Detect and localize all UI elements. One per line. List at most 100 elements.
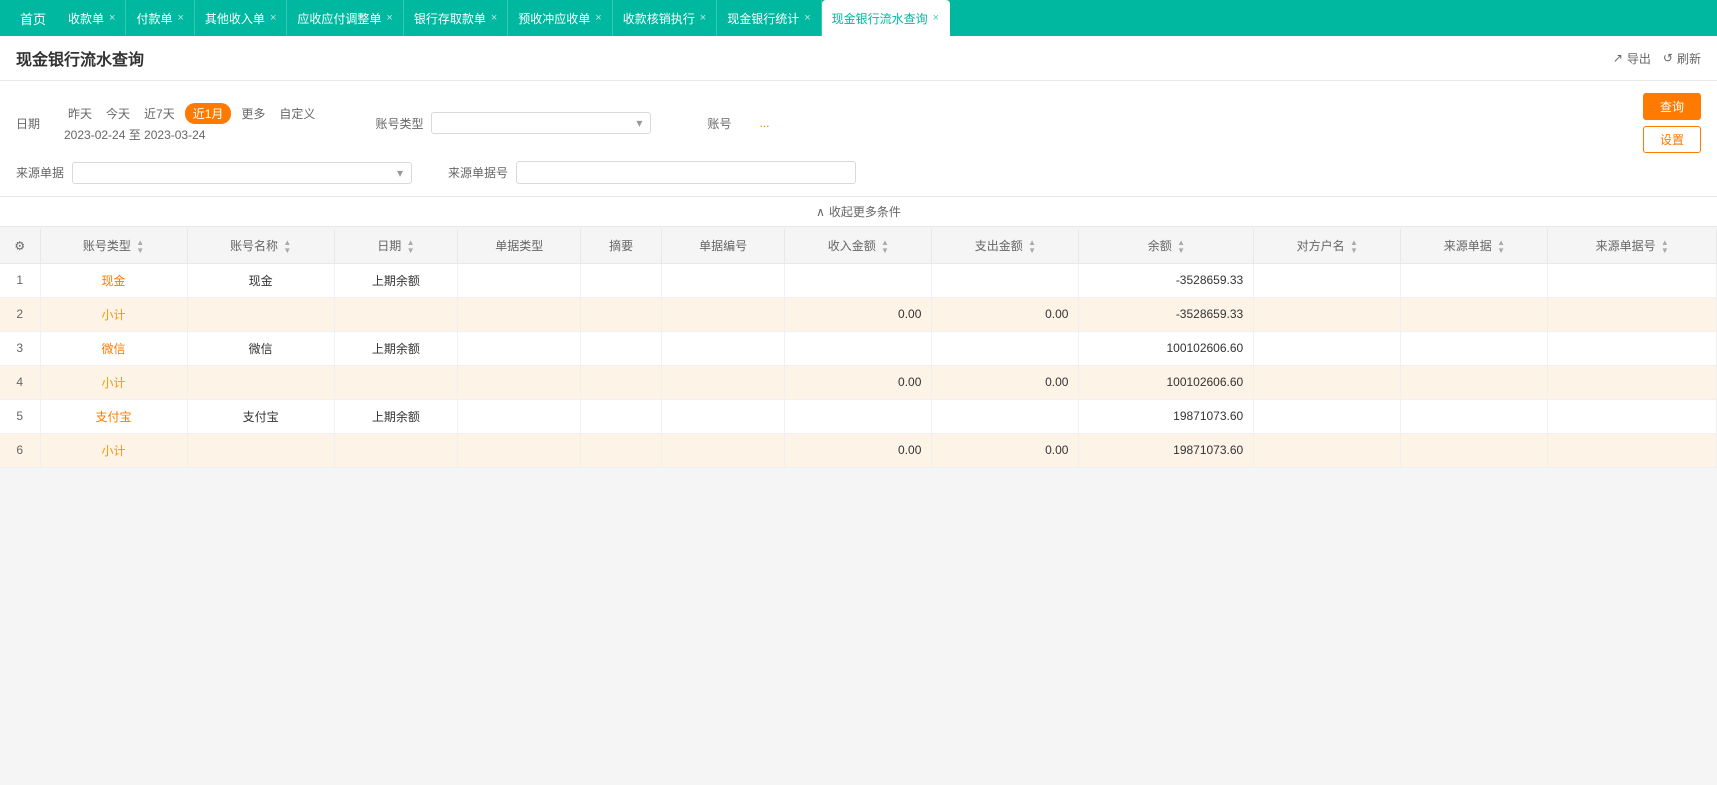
cell-source-doc	[1401, 399, 1548, 433]
account-more-btn[interactable]: ...	[759, 116, 769, 130]
sort-arrows: ▲▼	[283, 239, 291, 255]
cell-doc-type	[458, 331, 581, 365]
cell-expense	[932, 263, 1079, 297]
table-header-row: ⚙ 账号类型 ▲▼ 账号名称 ▲▼ 日期 ▲▼ 单据类型 摘	[0, 229, 1717, 263]
nav-home[interactable]: 首页	[8, 9, 58, 28]
close-icon[interactable]: ×	[804, 12, 810, 24]
nav-tab-other-income[interactable]: 其他收入单 ×	[195, 0, 287, 36]
table-row: 6小计0.000.0019871073.60	[0, 433, 1717, 467]
cell-summary	[581, 263, 661, 297]
cell-source-doc-no	[1548, 263, 1717, 297]
cell-expense	[932, 399, 1079, 433]
cell-doc-type	[458, 399, 581, 433]
cell-counterpart	[1254, 433, 1401, 467]
table-row: 3微信微信上期余额100102606.60	[0, 331, 1717, 365]
cash-flow-table: ⚙ 账号类型 ▲▼ 账号名称 ▲▼ 日期 ▲▼ 单据类型 摘	[0, 229, 1717, 468]
col-account-type[interactable]: 账号类型 ▲▼	[40, 229, 187, 263]
close-icon[interactable]: ×	[177, 12, 183, 24]
filter-area: 日期 昨天 今天 近7天 近1月 更多 自定义 2023-02-24 至 202…	[0, 81, 1717, 197]
close-icon[interactable]: ×	[491, 12, 497, 24]
cell-counterpart	[1254, 365, 1401, 399]
col-source-doc[interactable]: 来源单据 ▲▼	[1401, 229, 1548, 263]
cell-source-doc-no	[1548, 297, 1717, 331]
row-number: 2	[0, 297, 40, 331]
date-custom[interactable]: 自定义	[275, 103, 319, 124]
cell-counterpart	[1254, 399, 1401, 433]
export-button[interactable]: ↗ 导出	[1613, 50, 1651, 67]
collapse-bar[interactable]: ∧ 收起更多条件	[0, 197, 1717, 227]
date-yesterday[interactable]: 昨天	[64, 103, 96, 124]
cell-summary	[581, 331, 661, 365]
close-icon[interactable]: ×	[700, 12, 706, 24]
col-doc-no[interactable]: 单据编号	[661, 229, 784, 263]
cell-expense: 0.00	[932, 297, 1079, 331]
source-doc-num-filter: 来源单据号	[448, 161, 856, 184]
cell-account-type: 小计	[40, 365, 187, 399]
date-more[interactable]: 更多	[237, 103, 269, 124]
source-doc-select[interactable]: ▾	[72, 162, 412, 184]
col-doc-type[interactable]: 单据类型	[458, 229, 581, 263]
cell-account-name: 现金	[187, 263, 334, 297]
close-icon[interactable]: ×	[386, 12, 392, 24]
col-expense[interactable]: 支出金额 ▲▼	[932, 229, 1079, 263]
page-header: 现金银行流水查询 ↗ 导出 ↺ 刷新	[0, 36, 1717, 81]
table-row: 4小计0.000.00100102606.60	[0, 365, 1717, 399]
cell-account-name	[187, 433, 334, 467]
cell-counterpart	[1254, 263, 1401, 297]
cell-income	[785, 331, 932, 365]
nav-tab-bank-deposit[interactable]: 银行存取款单 ×	[404, 0, 508, 36]
sort-arrows: ▲▼	[1028, 239, 1036, 255]
nav-tab-prepayment[interactable]: 预收冲应收单 ×	[508, 0, 612, 36]
account-type-select[interactable]: ▾	[431, 112, 651, 134]
settings-button[interactable]: 设置	[1643, 126, 1701, 153]
close-icon[interactable]: ×	[270, 12, 276, 24]
date-7days[interactable]: 近7天	[140, 103, 179, 124]
cell-balance: 100102606.60	[1079, 365, 1254, 399]
source-doc-label: 来源单据	[16, 164, 64, 181]
date-1month[interactable]: 近1月	[185, 103, 232, 124]
col-date[interactable]: 日期 ▲▼	[334, 229, 457, 263]
col-summary[interactable]: 摘要	[581, 229, 661, 263]
date-filter: 日期 昨天 今天 近7天 近1月 更多 自定义 2023-02-24 至 202…	[16, 103, 319, 143]
refresh-button[interactable]: ↺ 刷新	[1663, 50, 1701, 67]
nav-tab-cash-stats[interactable]: 现金银行统计 ×	[717, 0, 821, 36]
cell-doc-type	[458, 263, 581, 297]
cell-source-doc	[1401, 331, 1548, 365]
nav-tab-verification[interactable]: 收款核销执行 ×	[613, 0, 717, 36]
col-source-doc-no[interactable]: 来源单据号 ▲▼	[1548, 229, 1717, 263]
page-title: 现金银行流水查询	[16, 46, 144, 70]
close-icon[interactable]: ×	[933, 12, 939, 24]
close-icon[interactable]: ×	[109, 12, 115, 24]
date-today[interactable]: 今天	[102, 103, 134, 124]
cell-account-type: 现金	[40, 263, 187, 297]
col-balance[interactable]: 余额 ▲▼	[1079, 229, 1254, 263]
query-button[interactable]: 查询	[1643, 93, 1701, 120]
cell-balance: -3528659.33	[1079, 263, 1254, 297]
gear-icon: ⚙	[14, 239, 25, 253]
sort-arrows: ▲▼	[1497, 239, 1505, 255]
cell-doc-no	[661, 399, 784, 433]
cell-income: 0.00	[785, 297, 932, 331]
row-number: 6	[0, 433, 40, 467]
nav-tab-receipt[interactable]: 收款单 ×	[58, 0, 126, 36]
col-counterpart[interactable]: 对方户名 ▲▼	[1254, 229, 1401, 263]
nav-tab-adjustment[interactable]: 应收应付调整单 ×	[287, 0, 403, 36]
table-row: 2小计0.000.00-3528659.33	[0, 297, 1717, 331]
close-icon[interactable]: ×	[595, 12, 601, 24]
source-doc-num-input[interactable]	[516, 161, 856, 184]
nav-tab-cash-flow[interactable]: 现金银行流水查询 ×	[822, 0, 950, 36]
cell-account-name: 微信	[187, 331, 334, 365]
col-settings[interactable]: ⚙	[0, 229, 40, 263]
cell-doc-type	[458, 297, 581, 331]
col-account-name[interactable]: 账号名称 ▲▼	[187, 229, 334, 263]
top-nav: 首页 收款单 × 付款单 × 其他收入单 × 应收应付调整单 × 银行存取款单 …	[0, 0, 1717, 36]
cell-date	[334, 365, 457, 399]
cell-expense: 0.00	[932, 433, 1079, 467]
col-income[interactable]: 收入金额 ▲▼	[785, 229, 932, 263]
account-label: 账号	[707, 115, 747, 132]
chevron-down-icon: ▾	[397, 166, 403, 180]
cell-balance: 19871073.60	[1079, 399, 1254, 433]
nav-tab-payment[interactable]: 付款单 ×	[126, 0, 194, 36]
cell-date	[334, 433, 457, 467]
cell-account-type: 微信	[40, 331, 187, 365]
